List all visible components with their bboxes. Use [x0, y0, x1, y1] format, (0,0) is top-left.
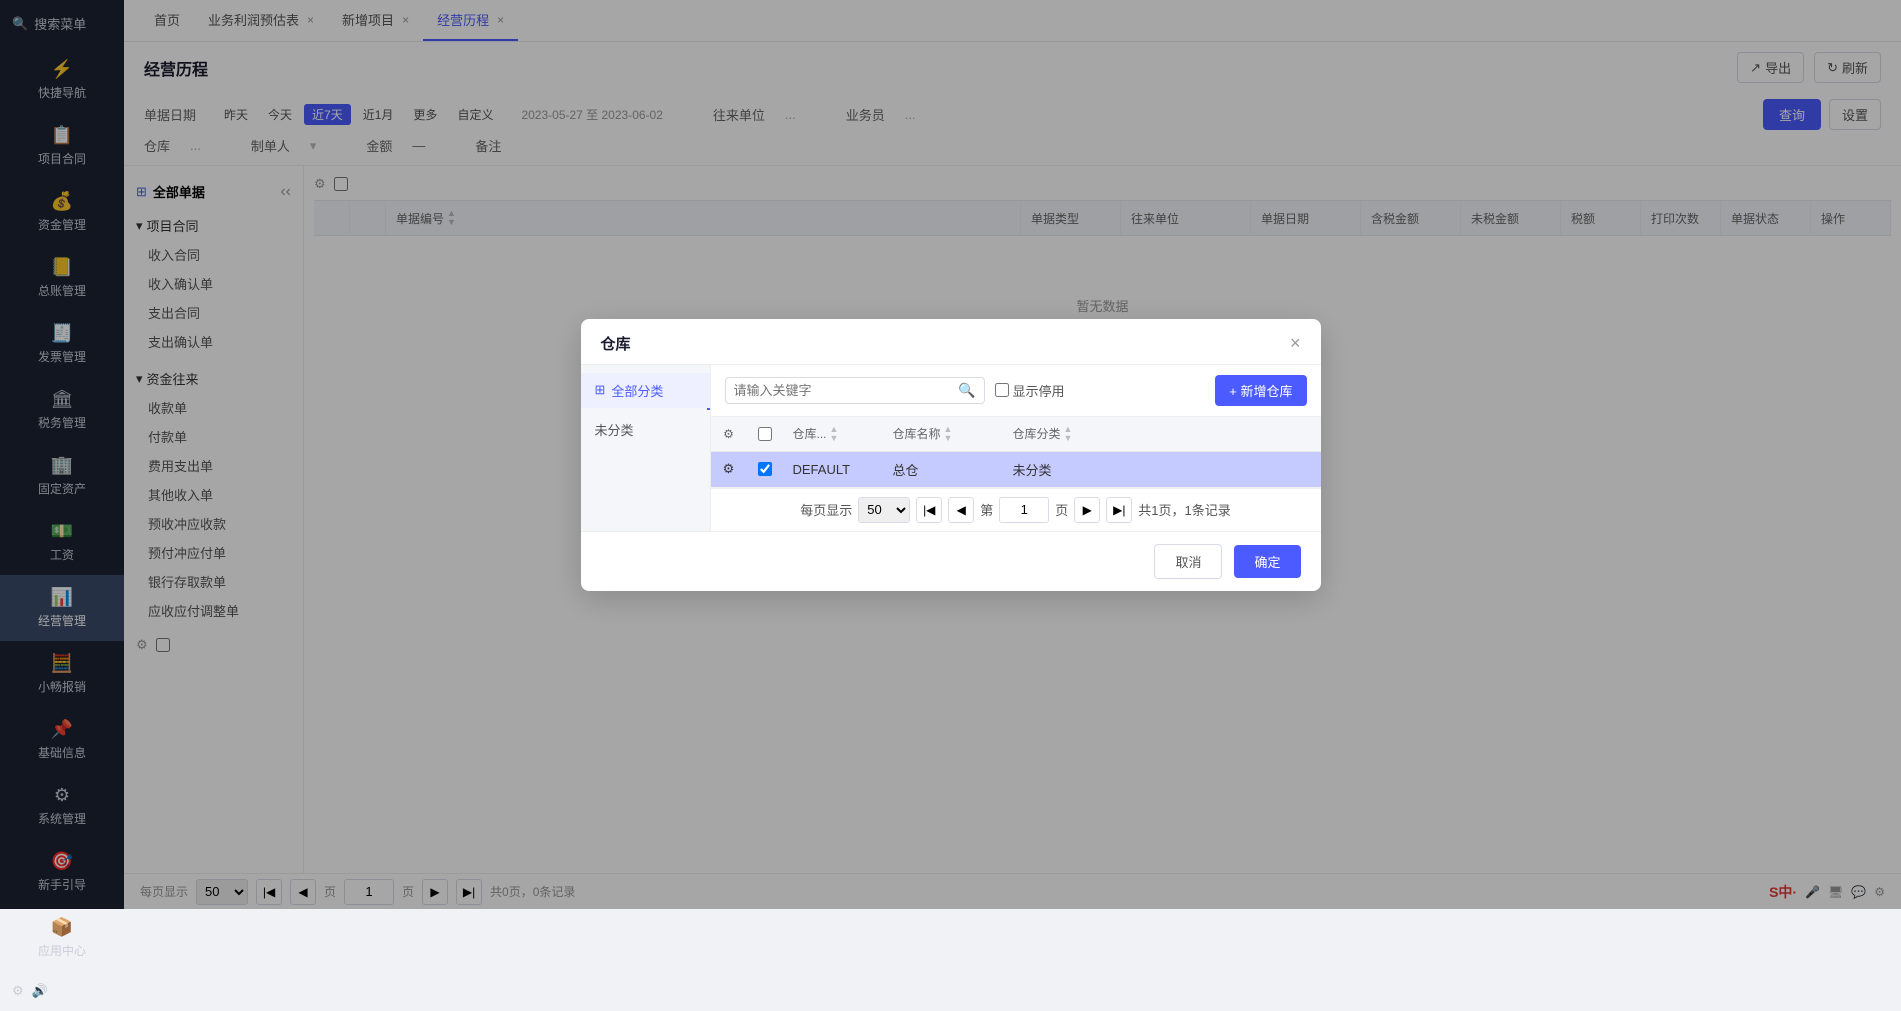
modal-footer-actions: 取消 确定 — [581, 531, 1321, 591]
modal-table-header: ⚙ 仓库... ▲▼ 仓库名称 ▲▼ 仓库分类 ▲▼ — [711, 417, 1321, 452]
sidebar-item-app-center[interactable]: 📦 应用中心 — [0, 905, 124, 971]
modal-left-item-uncategorized[interactable]: 未分类 — [581, 412, 710, 447]
modal-th-check — [747, 417, 783, 451]
modal-left-item-all-label: 全部分类 — [611, 381, 663, 400]
gear-icon: ⚙ — [12, 983, 24, 999]
modal-page-label-2: 页 — [1055, 500, 1068, 519]
modal-next-page[interactable]: ▶ — [1074, 497, 1100, 523]
row-gear: ⚙ — [711, 453, 747, 485]
row-checkbox[interactable] — [758, 462, 772, 476]
warehouse-modal: 仓库 × ⊞ 全部分类 未分类 — [581, 319, 1321, 591]
modal-search-input[interactable] — [734, 383, 959, 398]
sort-arrows-name: ▲▼ — [944, 425, 953, 443]
modal-th-category-label: 仓库分类 — [1013, 425, 1061, 442]
modal-th-name-label: 仓库名称 — [893, 425, 941, 442]
sort-arrows-category: ▲▼ — [1064, 425, 1073, 443]
modal-header: 仓库 × — [581, 319, 1321, 365]
show-disabled-label[interactable]: 显示停用 — [995, 381, 1065, 400]
modal-search-box: 🔍 — [725, 377, 985, 404]
modal-page-label: 第 — [980, 500, 993, 519]
modal-table-body: ⚙ DEFAULT 总仓 未分类 — [711, 452, 1321, 488]
modal-body: ⊞ 全部分类 未分类 🔍 显示停用 — [581, 365, 1321, 531]
confirm-button[interactable]: 确定 — [1234, 545, 1300, 578]
gear-col-icon: ⚙ — [723, 427, 734, 441]
app-center-icon: 📦 — [51, 917, 73, 938]
modal-toolbar: 🔍 显示停用 + 新增仓库 — [711, 365, 1321, 417]
modal-left-item-all[interactable]: ⊞ 全部分类 — [581, 373, 710, 408]
modal-first-page[interactable]: |◀ — [916, 497, 942, 523]
modal-right-panel: 🔍 显示停用 + 新增仓库 ⚙ — [711, 365, 1321, 531]
row-category: 未分类 — [1003, 452, 1321, 487]
modal-close-button[interactable]: × — [1290, 334, 1301, 352]
show-disabled-text: 显示停用 — [1013, 381, 1065, 400]
show-disabled-checkbox[interactable] — [995, 383, 1009, 397]
sort-arrows-code: ▲▼ — [830, 425, 839, 443]
modal-prev-page[interactable]: ◀ — [948, 497, 974, 523]
modal-total-info: 共1页，1条记录 — [1138, 500, 1230, 519]
modal-th-code: 仓库... ▲▼ — [783, 417, 883, 451]
row-check — [747, 454, 783, 484]
modal-select-all[interactable] — [758, 427, 772, 441]
modal-left-item-uncategorized-label: 未分类 — [595, 420, 634, 439]
modal-last-page[interactable]: ▶| — [1106, 497, 1132, 523]
sidebar-bottom[interactable]: ⚙ 🔊 — [0, 971, 124, 1011]
modal-overlay: 仓库 × ⊞ 全部分类 未分类 — [0, 0, 1901, 909]
modal-per-page-select[interactable]: 50 100 — [858, 497, 910, 523]
modal-left-panel: ⊞ 全部分类 未分类 — [581, 365, 711, 531]
modal-th-category: 仓库分类 ▲▼ — [1003, 417, 1321, 451]
modal-th-gear: ⚙ — [711, 417, 747, 451]
modal-title: 仓库 — [601, 333, 631, 354]
row-name-value: 总仓 — [893, 460, 919, 479]
active-indicator — [581, 408, 710, 410]
modal-per-page-label: 每页显示 — [800, 500, 852, 519]
row-category-value: 未分类 — [1013, 460, 1052, 479]
modal-th-name: 仓库名称 ▲▼ — [883, 417, 1003, 451]
row-code: DEFAULT — [783, 454, 883, 485]
modal-th-code-label: 仓库... — [793, 425, 827, 442]
volume-icon: 🔊 — [32, 983, 48, 999]
row-name: 总仓 — [883, 452, 1003, 487]
row-code-value: DEFAULT — [793, 462, 851, 477]
sidebar-item-label: 应用中心 — [38, 942, 86, 959]
modal-search-icon[interactable]: 🔍 — [958, 382, 975, 399]
table-row[interactable]: ⚙ DEFAULT 总仓 未分类 — [711, 452, 1321, 488]
row-gear-icon: ⚙ — [723, 461, 735, 477]
modal-page-input[interactable] — [999, 497, 1049, 523]
modal-pagination: 每页显示 50 100 |◀ ◀ 第 页 ▶ ▶| 共1页，1条记录 — [711, 488, 1321, 531]
add-warehouse-button[interactable]: + 新增仓库 — [1215, 375, 1306, 406]
cancel-button[interactable]: 取消 — [1154, 544, 1222, 579]
grid-icon-modal: ⊞ — [595, 382, 606, 398]
